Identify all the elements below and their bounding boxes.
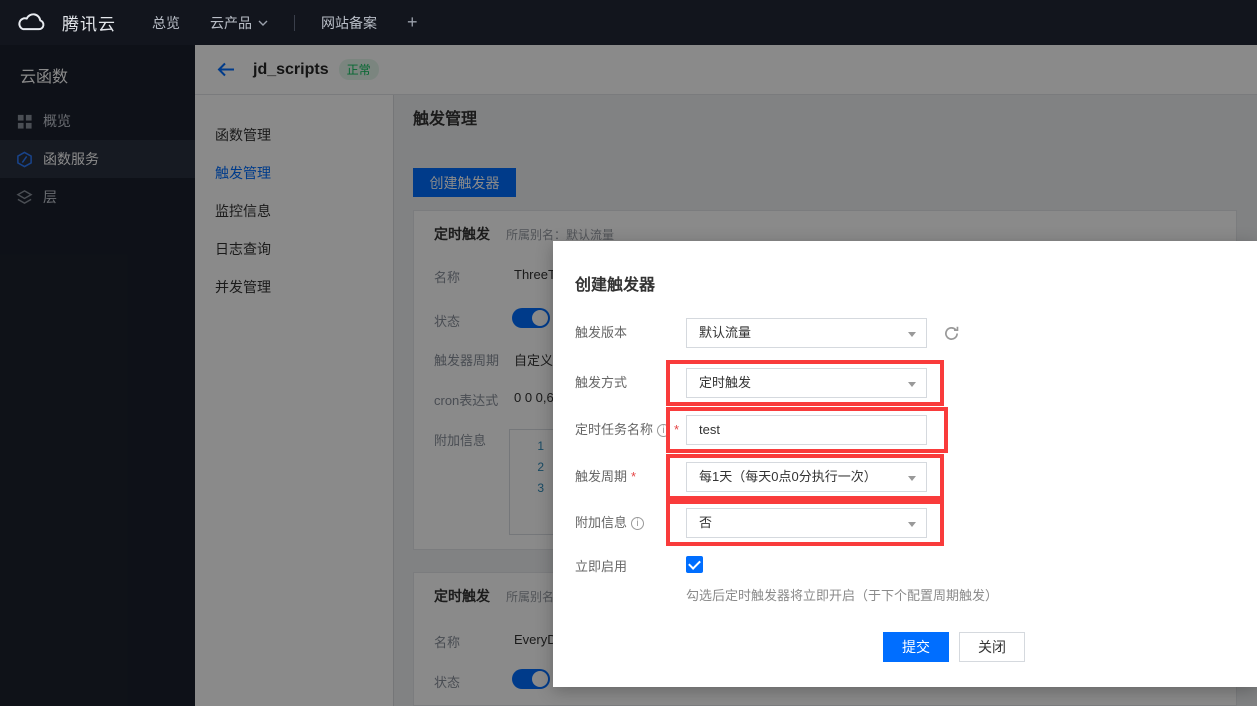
required-mark: *	[674, 415, 679, 445]
extra-info-select[interactable]: 否	[686, 508, 927, 538]
brand-text: 腾讯云	[62, 10, 116, 35]
required-mark: *	[631, 462, 636, 492]
caret-down-icon	[908, 522, 916, 531]
modal-title: 创建触发器	[575, 271, 655, 295]
task-name-input[interactable]: test	[686, 415, 927, 445]
enable-helper-text: 勾选后定时触发器将立即开启（于下个配置周期触发）	[686, 585, 998, 604]
submit-button[interactable]: 提交	[883, 632, 949, 662]
row-trigger-method: 触发方式 定时触发	[553, 368, 1257, 398]
create-trigger-modal: 创建触发器 触发版本 默认流量 触发方式 定时触发 定时任务名称 * test	[553, 241, 1257, 687]
row-trigger-period: 触发周期 * 每1天（每天0点0分执行一次）	[553, 462, 1257, 492]
trigger-version-select[interactable]: 默认流量	[686, 318, 927, 348]
cloud-logo-icon	[16, 12, 46, 33]
field-label: 附加信息	[575, 508, 627, 538]
nav-item-products[interactable]: 云产品	[210, 13, 268, 33]
top-navbar: 腾讯云 总览 云产品 网站备案 +	[0, 0, 1257, 45]
refresh-icon[interactable]	[943, 325, 960, 342]
chevron-down-icon	[258, 20, 268, 26]
close-button[interactable]: 关闭	[959, 632, 1025, 662]
row-enable-now: 立即启用	[553, 552, 1257, 582]
caret-down-icon	[908, 382, 916, 391]
row-trigger-version: 触发版本 默认流量	[553, 318, 1257, 348]
nav-divider	[294, 15, 295, 31]
field-label: 立即启用	[575, 552, 627, 582]
nav-item-beian[interactable]: 网站备案	[321, 13, 377, 33]
caret-down-icon	[908, 476, 916, 485]
field-label: 定时任务名称	[575, 415, 653, 445]
info-icon[interactable]	[657, 424, 670, 437]
info-icon[interactable]	[631, 517, 644, 530]
caret-down-icon	[908, 332, 916, 341]
field-label: 触发方式	[575, 368, 627, 398]
row-task-name: 定时任务名称 * test	[553, 415, 1257, 445]
trigger-period-select[interactable]: 每1天（每天0点0分执行一次）	[686, 462, 927, 492]
field-label: 触发周期	[575, 462, 627, 492]
tencent-cloud-brand[interactable]: 腾讯云	[16, 10, 116, 35]
field-label: 触发版本	[575, 318, 627, 348]
enable-now-checkbox-checked[interactable]	[686, 556, 703, 573]
nav-item-overview[interactable]: 总览	[152, 13, 180, 33]
trigger-method-select[interactable]: 定时触发	[686, 368, 927, 398]
add-tab-button[interactable]: +	[407, 12, 418, 33]
row-extra-info: 附加信息 否	[553, 508, 1257, 538]
